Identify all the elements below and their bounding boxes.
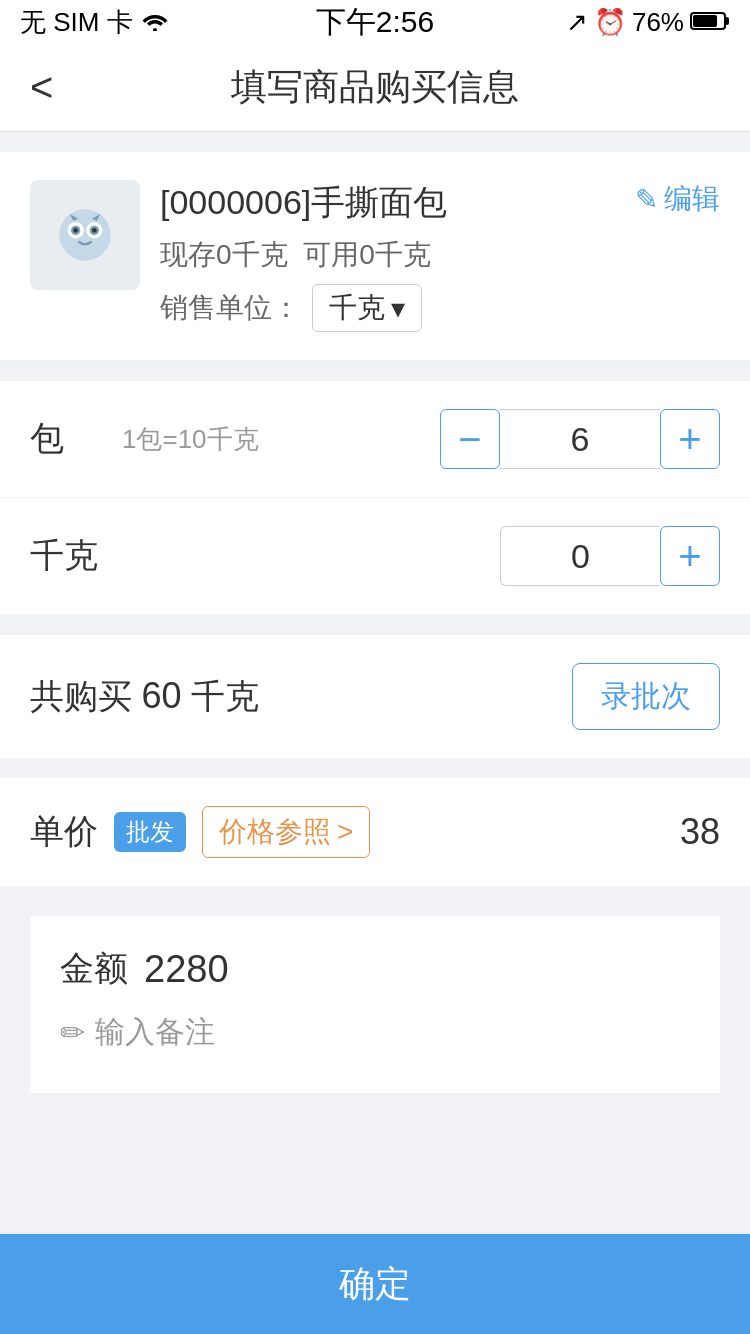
battery-icon (690, 7, 730, 38)
amount-label: 金额 (60, 946, 128, 992)
svg-rect-3 (693, 15, 717, 27)
svg-point-9 (73, 228, 78, 233)
amount-container: 金额 2280 ✏ 输入备注 (30, 916, 720, 1093)
note-row[interactable]: ✏ 输入备注 (60, 1012, 690, 1073)
unit-select[interactable]: 千克 ▾ (312, 284, 422, 332)
package-section: 包 1包=10千克 − + 千克 + (0, 381, 750, 615)
battery-text: 76% (632, 7, 684, 38)
confirm-text: 确定 (339, 1260, 411, 1309)
package-hint: 1包=10千克 (122, 422, 440, 457)
package-quantity-control: − + (440, 409, 720, 469)
kilogram-row: 千克 + (0, 498, 750, 615)
kilogram-label: 千克 (30, 533, 110, 579)
package-label: 包 (30, 416, 110, 462)
confirm-bar[interactable]: 确定 (0, 1234, 750, 1334)
kilogram-quantity-control: + (500, 526, 720, 586)
product-stock: 现存0千克 可用0千克 (160, 236, 720, 274)
alarm-icon: ⏰ (594, 7, 626, 38)
carrier-text: 无 SIM 卡 (20, 5, 133, 40)
package-plus-button[interactable]: + (660, 409, 720, 469)
edit-button[interactable]: ✎ 编辑 (635, 180, 720, 218)
price-ref-button[interactable]: 价格参照 > (202, 806, 370, 858)
back-button[interactable]: < (30, 65, 53, 110)
price-value: 38 (680, 811, 720, 853)
amount-value: 2280 (144, 948, 229, 991)
nav-bar: < 填写商品购买信息 (0, 44, 750, 132)
status-bar-left: 无 SIM 卡 (20, 5, 169, 40)
summary-quantity-value: 60 (141, 675, 181, 716)
package-quantity-input[interactable] (500, 409, 660, 469)
status-bar-time: 下午2:56 (316, 2, 434, 43)
amount-row: 金额 2280 (60, 946, 690, 1012)
svg-point-10 (92, 228, 97, 233)
note-placeholder: 输入备注 (95, 1012, 215, 1053)
pifa-tag: 批发 (114, 812, 186, 852)
summary-text: 共购买 60 千克 (30, 674, 259, 720)
price-section: 单价 批发 价格参照 > 38 (0, 778, 750, 886)
location-icon: ↗ (566, 7, 588, 38)
status-bar-right: ↗ ⏰ 76% (566, 7, 730, 38)
summary-row: 共购买 60 千克 录批次 (0, 635, 750, 758)
product-image (30, 180, 140, 290)
wifi-icon (141, 7, 169, 38)
amount-section: 金额 2280 ✏ 输入备注 (0, 886, 750, 1093)
price-label: 单价 (30, 809, 98, 855)
kilogram-plus-button[interactable]: + (660, 526, 720, 586)
svg-point-0 (153, 28, 157, 31)
status-bar: 无 SIM 卡 下午2:56 ↗ ⏰ 76% (0, 0, 750, 44)
svg-point-4 (59, 209, 110, 260)
svg-rect-2 (725, 17, 729, 25)
product-unit-row: 销售单位： 千克 ▾ (160, 284, 720, 332)
page-title: 填写商品购买信息 (231, 63, 519, 112)
note-icon: ✏ (60, 1015, 85, 1050)
batch-button[interactable]: 录批次 (572, 663, 720, 730)
package-row: 包 1包=10千克 − + (0, 381, 750, 498)
product-card: [0000006]手撕面包 现存0千克 可用0千克 销售单位： 千克 ▾ ✎ 编… (0, 152, 750, 361)
kilogram-quantity-input[interactable] (500, 526, 660, 586)
package-minus-button[interactable]: − (440, 409, 500, 469)
